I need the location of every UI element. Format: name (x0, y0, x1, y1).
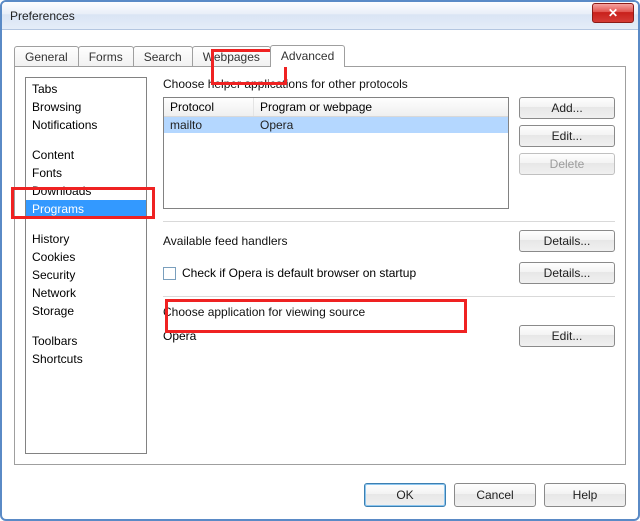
feed-details-button[interactable]: Details... (519, 230, 615, 252)
separator (163, 221, 615, 222)
protocol-col-header-protocol[interactable]: Protocol (164, 98, 254, 116)
delete-button: Delete (519, 153, 615, 175)
sidebar-item-history[interactable]: History (26, 230, 146, 248)
view-source-value: Opera (163, 329, 196, 343)
default-browser-details-button[interactable]: Details... (519, 262, 615, 284)
program-cell: Opera (254, 117, 508, 133)
window-title: Preferences (10, 9, 592, 23)
default-browser-label: Check if Opera is default browser on sta… (182, 266, 416, 280)
sidebar-item-cookies[interactable]: Cookies (26, 248, 146, 266)
default-browser-checkbox[interactable] (163, 267, 176, 280)
advanced-sidebar[interactable]: Tabs Browsing Notifications Content Font… (25, 77, 147, 454)
view-source-label: Choose application for viewing source (163, 305, 615, 319)
protocol-button-column: Add... Edit... Delete (519, 97, 615, 175)
dialog-button-row: OK Cancel Help (2, 473, 638, 519)
titlebar: Preferences ✕ (2, 2, 638, 30)
protocol-section: Protocol Program or webpage mailto Opera… (163, 97, 615, 209)
sidebar-item-storage[interactable]: Storage (26, 302, 146, 320)
tab-webpages[interactable]: Webpages (192, 46, 271, 67)
sidebar-item-shortcuts[interactable]: Shortcuts (26, 350, 146, 368)
separator (163, 296, 615, 297)
protocol-table[interactable]: Protocol Program or webpage mailto Opera (163, 97, 509, 209)
feed-handlers-label: Available feed handlers (163, 234, 288, 248)
close-icon: ✕ (608, 7, 618, 19)
default-browser-row: Check if Opera is default browser on sta… (163, 262, 615, 284)
sidebar-item-browsing[interactable]: Browsing (26, 98, 146, 116)
sidebar-item-content[interactable]: Content (26, 146, 146, 164)
view-source-row: Opera Edit... (163, 325, 615, 347)
view-source-edit-button[interactable]: Edit... (519, 325, 615, 347)
sidebar-item-toolbars[interactable]: Toolbars (26, 332, 146, 350)
client-area: General Forms Search Webpages Advanced T… (2, 30, 638, 473)
sidebar-item-notifications[interactable]: Notifications (26, 116, 146, 134)
sidebar-item-downloads[interactable]: Downloads (26, 182, 146, 200)
feed-handlers-row: Available feed handlers Details... (163, 230, 615, 252)
tab-advanced[interactable]: Advanced (270, 45, 345, 67)
protocol-cell: mailto (164, 117, 254, 133)
close-button[interactable]: ✕ (592, 3, 634, 23)
sidebar-item-network[interactable]: Network (26, 284, 146, 302)
tab-row: General Forms Search Webpages Advanced (14, 42, 626, 66)
protocol-col-header-program[interactable]: Program or webpage (254, 98, 508, 116)
add-button[interactable]: Add... (519, 97, 615, 119)
programs-pane: Choose helper applications for other pro… (163, 77, 615, 454)
sidebar-item-tabs[interactable]: Tabs (26, 80, 146, 98)
edit-button[interactable]: Edit... (519, 125, 615, 147)
helper-apps-label: Choose helper applications for other pro… (163, 77, 615, 91)
ok-button[interactable]: OK (364, 483, 446, 507)
protocol-table-header: Protocol Program or webpage (164, 98, 508, 117)
sidebar-item-programs[interactable]: Programs (26, 200, 146, 218)
preferences-window: Preferences ✕ General Forms Search Webpa… (0, 0, 640, 521)
sidebar-item-security[interactable]: Security (26, 266, 146, 284)
tab-search[interactable]: Search (133, 46, 193, 67)
cancel-button[interactable]: Cancel (454, 483, 536, 507)
tab-panel-advanced: Tabs Browsing Notifications Content Font… (14, 66, 626, 465)
sidebar-item-fonts[interactable]: Fonts (26, 164, 146, 182)
help-button[interactable]: Help (544, 483, 626, 507)
tab-forms[interactable]: Forms (78, 46, 134, 67)
table-row[interactable]: mailto Opera (164, 117, 508, 133)
tab-general[interactable]: General (14, 46, 79, 67)
